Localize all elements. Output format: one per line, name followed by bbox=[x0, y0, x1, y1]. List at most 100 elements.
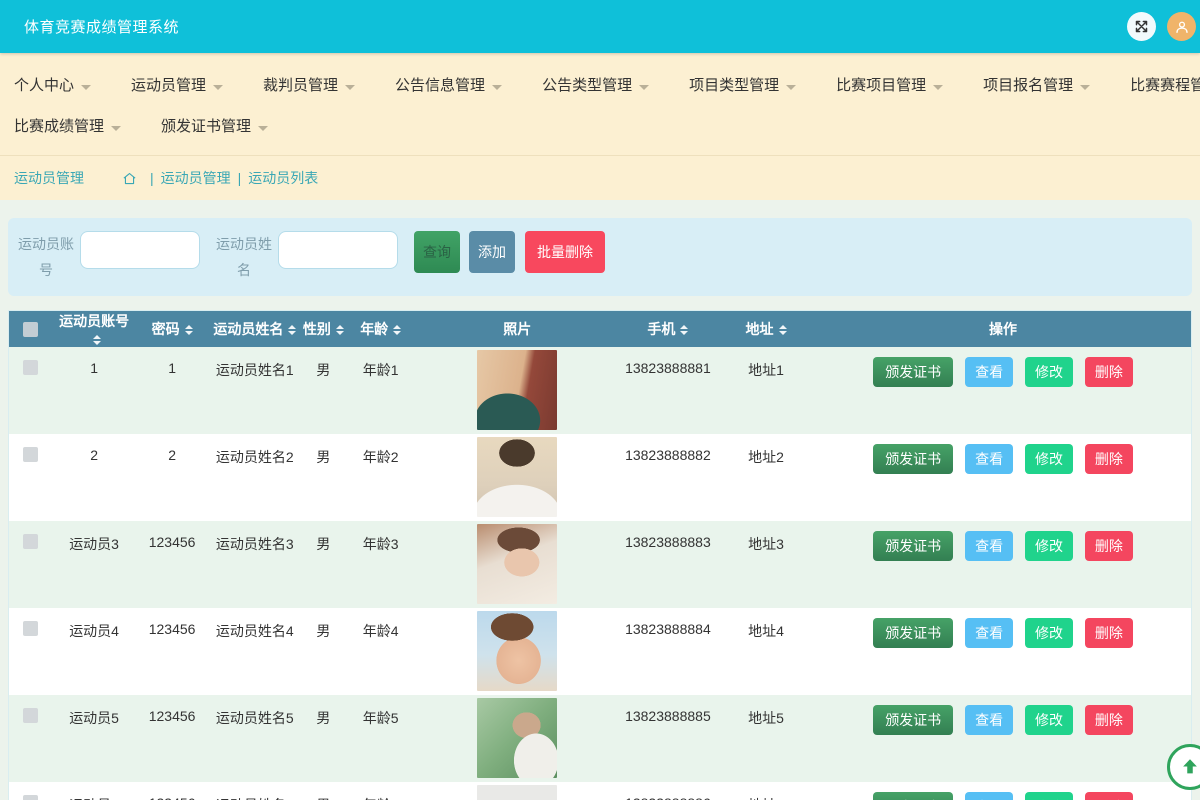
delete-button[interactable]: 删除 bbox=[1085, 357, 1133, 387]
issue-certificate-button[interactable]: 颁发证书 bbox=[873, 531, 953, 561]
view-button[interactable]: 查看 bbox=[965, 444, 1013, 474]
cell-password: 123456 bbox=[135, 695, 208, 782]
home-icon bbox=[122, 171, 137, 186]
table-row: 运动员6 123456 运动员姓名6 男 年龄6 13823888886 地址6… bbox=[9, 782, 1191, 800]
breadcrumb-separator: | bbox=[150, 170, 154, 186]
page-title: 运动员管理 bbox=[14, 168, 84, 188]
chevron-down-icon bbox=[492, 85, 502, 90]
issue-certificate-button[interactable]: 颁发证书 bbox=[873, 792, 953, 800]
select-all-checkbox[interactable] bbox=[23, 322, 38, 337]
sort-icon bbox=[336, 325, 344, 335]
cell-actions: 颁发证书 查看 修改 删除 bbox=[815, 608, 1191, 695]
column-header-password[interactable]: 密码 bbox=[135, 311, 208, 347]
edit-button[interactable]: 修改 bbox=[1025, 444, 1073, 474]
nav-item-announcement-type[interactable]: 公告类型管理 bbox=[542, 74, 649, 98]
cell-age: 年龄5 bbox=[346, 695, 416, 782]
nav-item-label: 项目类型管理 bbox=[689, 74, 779, 98]
edit-button[interactable]: 修改 bbox=[1025, 705, 1073, 735]
row-checkbox[interactable] bbox=[23, 360, 38, 375]
view-button[interactable]: 查看 bbox=[965, 618, 1013, 648]
batch-delete-button[interactable]: 批量删除 bbox=[525, 231, 605, 273]
cell-phone: 13823888884 bbox=[619, 608, 717, 695]
chevron-down-icon bbox=[786, 85, 796, 90]
issue-certificate-button[interactable]: 颁发证书 bbox=[873, 357, 953, 387]
nav-item-competition-project[interactable]: 比赛项目管理 bbox=[836, 74, 943, 98]
nav-item-project-registration[interactable]: 项目报名管理 bbox=[983, 74, 1090, 98]
column-header-gender[interactable]: 性别 bbox=[301, 311, 346, 347]
cell-gender: 男 bbox=[301, 521, 346, 608]
column-header-age[interactable]: 年龄 bbox=[346, 311, 416, 347]
cell-account: 运动员5 bbox=[53, 695, 136, 782]
cell-account: 2 bbox=[53, 434, 136, 521]
nav-item-competition-results[interactable]: 比赛成绩管理 bbox=[14, 115, 121, 139]
app-title: 体育竞赛成绩管理系统 bbox=[24, 16, 179, 37]
nav-item-label: 运动员管理 bbox=[131, 74, 206, 98]
cell-address: 地址1 bbox=[717, 347, 815, 434]
row-checkbox[interactable] bbox=[23, 708, 38, 723]
column-label: 手机 bbox=[647, 321, 675, 337]
table-container: 运动员账号 密码 运动员姓名 性别 年龄 照片 手机 地址 操作 1 1 运动员… bbox=[8, 310, 1192, 800]
breadcrumb-item-list[interactable]: 运动员列表 bbox=[248, 168, 318, 188]
edit-button[interactable]: 修改 bbox=[1025, 618, 1073, 648]
add-button[interactable]: 添加 bbox=[469, 231, 515, 273]
cell-phone: 13823888882 bbox=[619, 434, 717, 521]
cell-actions: 颁发证书 查看 修改 删除 bbox=[815, 347, 1191, 434]
nav-item-referee-management[interactable]: 裁判员管理 bbox=[263, 74, 355, 98]
cell-photo bbox=[416, 695, 619, 782]
issue-certificate-button[interactable]: 颁发证书 bbox=[873, 444, 953, 474]
athlete-photo bbox=[477, 698, 557, 778]
query-button[interactable]: 查询 bbox=[414, 231, 460, 273]
column-header-account[interactable]: 运动员账号 bbox=[53, 311, 136, 347]
delete-button[interactable]: 删除 bbox=[1085, 705, 1133, 735]
row-checkbox[interactable] bbox=[23, 447, 38, 462]
cell-name: 运动员姓名5 bbox=[209, 695, 301, 782]
column-label: 性别 bbox=[303, 321, 331, 337]
row-checkbox[interactable] bbox=[23, 534, 38, 549]
cell-name: 运动员姓名2 bbox=[209, 434, 301, 521]
nav-item-label: 比赛成绩管理 bbox=[14, 115, 104, 139]
cell-gender: 男 bbox=[301, 434, 346, 521]
delete-button[interactable]: 删除 bbox=[1085, 444, 1133, 474]
column-header-phone[interactable]: 手机 bbox=[619, 311, 717, 347]
chevron-down-icon bbox=[933, 85, 943, 90]
delete-button[interactable]: 删除 bbox=[1085, 792, 1133, 800]
column-header-address[interactable]: 地址 bbox=[717, 311, 815, 347]
nav-item-project-type[interactable]: 项目类型管理 bbox=[689, 74, 796, 98]
delete-button[interactable]: 删除 bbox=[1085, 618, 1133, 648]
edit-button[interactable]: 修改 bbox=[1025, 792, 1073, 800]
nav-item-competition-schedule[interactable]: 比赛赛程管理 bbox=[1130, 74, 1200, 98]
column-header-name[interactable]: 运动员姓名 bbox=[209, 311, 301, 347]
chevron-down-icon bbox=[258, 126, 268, 131]
chevron-down-icon bbox=[345, 85, 355, 90]
view-button[interactable]: 查看 bbox=[965, 531, 1013, 561]
nav-row-2: 比赛成绩管理 颁发证书管理 bbox=[14, 115, 1200, 139]
view-button[interactable]: 查看 bbox=[965, 705, 1013, 735]
row-checkbox[interactable] bbox=[23, 795, 38, 800]
cell-select bbox=[9, 521, 53, 608]
issue-certificate-button[interactable]: 颁发证书 bbox=[873, 618, 953, 648]
account-input[interactable] bbox=[80, 231, 200, 269]
cell-phone: 13823888885 bbox=[619, 695, 717, 782]
nav-item-label: 比赛赛程管理 bbox=[1130, 74, 1200, 98]
nav-item-label: 个人中心 bbox=[14, 74, 74, 98]
breadcrumb-home[interactable] bbox=[122, 171, 137, 186]
cell-name: 运动员姓名1 bbox=[209, 347, 301, 434]
name-input[interactable] bbox=[278, 231, 398, 269]
cell-address: 地址3 bbox=[717, 521, 815, 608]
column-header-photo: 照片 bbox=[416, 311, 619, 347]
edit-button[interactable]: 修改 bbox=[1025, 531, 1073, 561]
avatar-button[interactable] bbox=[1167, 12, 1196, 41]
nav-item-certificate-management[interactable]: 颁发证书管理 bbox=[161, 115, 268, 139]
nav-item-personal-center[interactable]: 个人中心 bbox=[14, 74, 91, 98]
view-button[interactable]: 查看 bbox=[965, 792, 1013, 800]
delete-button[interactable]: 删除 bbox=[1085, 531, 1133, 561]
fullscreen-button[interactable] bbox=[1127, 12, 1156, 41]
row-checkbox[interactable] bbox=[23, 621, 38, 636]
edit-button[interactable]: 修改 bbox=[1025, 357, 1073, 387]
issue-certificate-button[interactable]: 颁发证书 bbox=[873, 705, 953, 735]
view-button[interactable]: 查看 bbox=[965, 357, 1013, 387]
nav-item-announcement-info[interactable]: 公告信息管理 bbox=[395, 74, 502, 98]
nav-item-athlete-management[interactable]: 运动员管理 bbox=[131, 74, 223, 98]
up-arrow-icon bbox=[1179, 756, 1200, 778]
breadcrumb-item-management[interactable]: 运动员管理 bbox=[161, 168, 231, 188]
